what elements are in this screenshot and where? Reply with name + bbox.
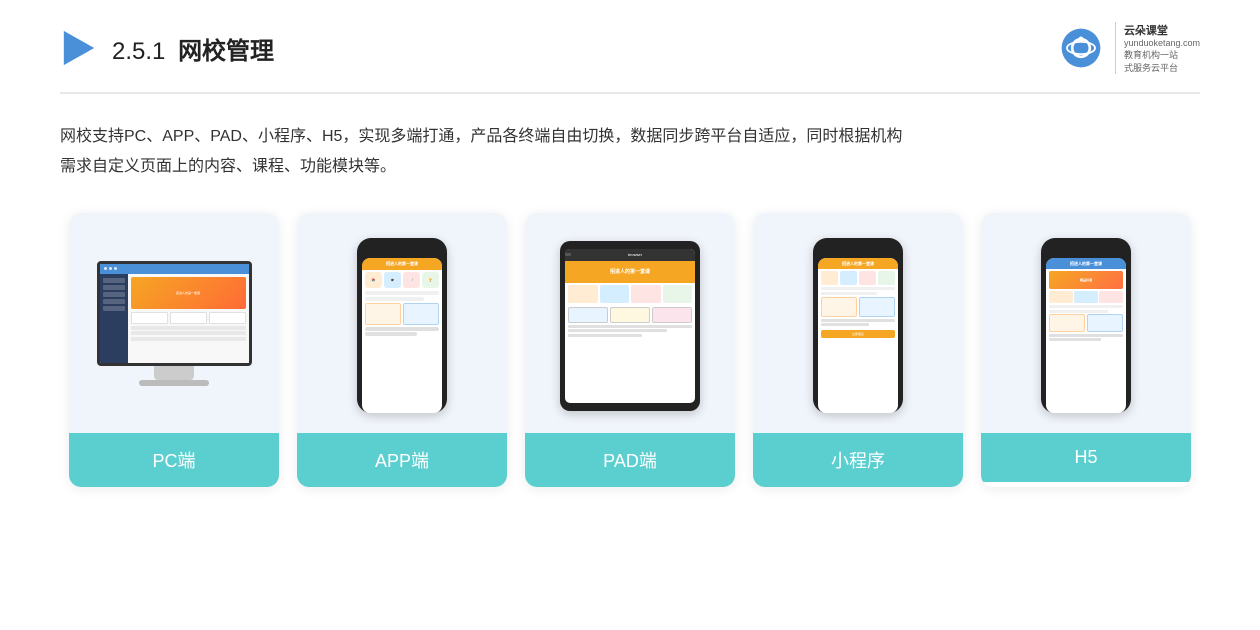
- logo-slogan2: 式服务云平台: [1124, 61, 1178, 74]
- phone-screen-app: 招进人的第一堂课 📚 🎓 📝 🏆: [362, 258, 442, 413]
- card-mini-image: 招进人的第一堂课: [753, 213, 963, 433]
- logo-area: 云朵课堂 yunduoketang.com 教育机构一站 式服务云平台: [1059, 22, 1200, 74]
- section-number: 2.5.1: [112, 38, 165, 65]
- play-icon: [60, 29, 98, 67]
- card-app-label: APP端: [297, 433, 507, 487]
- card-h5-image: 招进人的第一堂课 精品好课: [981, 213, 1191, 433]
- cards-section: 招进人的第一堂课: [60, 213, 1200, 487]
- card-pc-label: PC端: [69, 433, 279, 487]
- phone-device-mini: 招进人的第一堂课: [813, 238, 903, 413]
- logo-slogan1: 教育机构一站: [1124, 48, 1178, 61]
- description-line1: 网校支持PC、APP、PAD、小程序、H5，实现多端打通，产品各终端自由切换，数…: [60, 122, 1200, 152]
- card-h5-label: H5: [981, 433, 1191, 482]
- description-text: 网校支持PC、APP、PAD、小程序、H5，实现多端打通，产品各终端自由切换，数…: [60, 122, 1200, 183]
- logo-website: yunduoketang.com: [1124, 38, 1200, 48]
- phone-device-app: 招进人的第一堂课 📚 🎓 📝 🏆: [357, 238, 447, 413]
- brand-logo-icon: [1059, 26, 1103, 70]
- card-pc-image: 招进人的第一堂课: [69, 213, 279, 433]
- phone-device-h5: 招进人的第一堂课 精品好课: [1041, 238, 1131, 413]
- card-app: 招进人的第一堂课 📚 🎓 📝 🏆: [297, 213, 507, 487]
- desktop-device: 招进人的第一堂课: [89, 261, 259, 391]
- card-mini: 招进人的第一堂课: [753, 213, 963, 487]
- section-name: 网校管理: [178, 38, 274, 65]
- logo-text: 云朵课堂 yunduoketang.com 教育机构一站 式服务云平台: [1115, 22, 1200, 74]
- tablet-screen: browser 招进人的第一堂课: [565, 249, 695, 403]
- card-pad: browser 招进人的第一堂课: [525, 213, 735, 487]
- card-app-image: 招进人的第一堂课 📚 🎓 📝 🏆: [297, 213, 507, 433]
- page-container: 2.5.1 网校管理 云朵课堂 yunduoketang.com 教育机构一站 …: [0, 0, 1260, 630]
- phone-screen-h5: 招进人的第一堂课 精品好课: [1046, 258, 1126, 413]
- logo-brand-name: 云朵课堂: [1124, 22, 1168, 38]
- card-pad-label: PAD端: [525, 433, 735, 487]
- description-line2: 需求自定义页面上的内容、课程、功能模块等。: [60, 152, 1200, 182]
- card-mini-label: 小程序: [753, 433, 963, 487]
- header-left: 2.5.1 网校管理: [60, 29, 274, 67]
- desktop-screen: 招进人的第一堂课: [97, 261, 252, 366]
- phone-screen-mini: 招进人的第一堂课: [818, 258, 898, 413]
- card-pc: 招进人的第一堂课: [69, 213, 279, 487]
- header: 2.5.1 网校管理 云朵课堂 yunduoketang.com 教育机构一站 …: [60, 0, 1200, 94]
- tablet-device: browser 招进人的第一堂课: [560, 241, 700, 411]
- page-title: 2.5.1 网校管理: [112, 31, 274, 66]
- card-h5: 招进人的第一堂课 精品好课: [981, 213, 1191, 487]
- card-pad-image: browser 招进人的第一堂课: [525, 213, 735, 433]
